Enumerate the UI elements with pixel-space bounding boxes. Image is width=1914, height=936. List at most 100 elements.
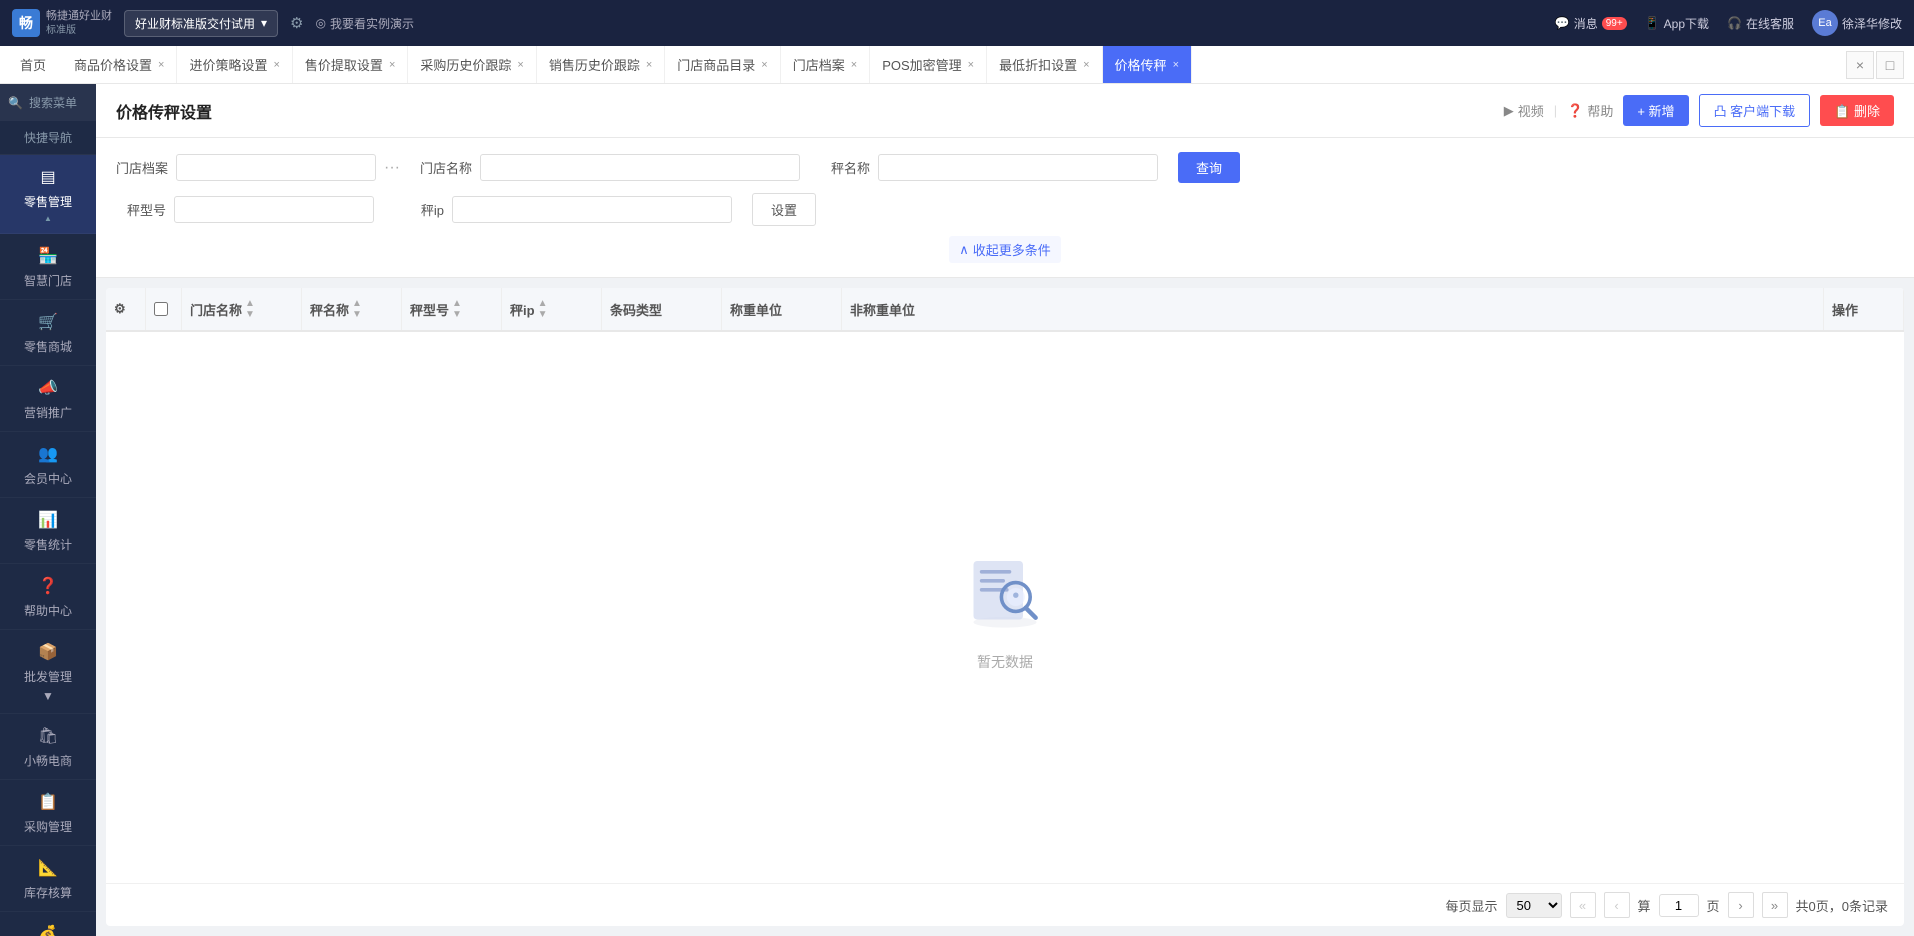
tab-close-icon[interactable]: × <box>1083 59 1089 71</box>
tab-sales-history[interactable]: 销售历史价跟踪 × <box>537 46 665 84</box>
last-page-btn[interactable]: » <box>1762 892 1788 918</box>
scale-name-input[interactable] <box>878 154 1158 181</box>
tab-close-icon[interactable]: × <box>646 59 652 71</box>
tab-close-icon[interactable]: × <box>158 59 164 71</box>
tab-purchase-strategy[interactable]: 进价策略设置 × <box>177 46 292 84</box>
top-bar: 畅 畅捷通好业财 标准版 好业财标准版交付试用 ▾ ⚙ ◎ 我要看实例演示 💬 … <box>0 0 1914 46</box>
top-bar-right: 💬 消息 99+ 📱 App下载 🎧 在线客服 Ea 徐泽华修改 <box>1555 10 1902 36</box>
sidebar-item-retail-stats[interactable]: 📊 零售统计 <box>0 498 96 564</box>
th-scale-name[interactable]: 秤名称 ▲▼ <box>302 288 402 330</box>
tab-close-icon[interactable]: × <box>273 59 279 71</box>
sidebar-item-small-ecom[interactable]: 🛍 小畅电商 <box>0 714 96 780</box>
tab-sale-extract[interactable]: 售价提取设置 × <box>293 46 408 84</box>
ellipsis-btn[interactable]: ··· <box>384 159 400 177</box>
sidebar-item-finance[interactable]: 💰 资金管理 <box>0 912 96 936</box>
chevron-down-icon: ▾ <box>261 16 267 30</box>
sidebar-item-label: 零售统计 <box>24 536 72 553</box>
store-name-input[interactable] <box>480 154 800 181</box>
tab-product-price[interactable]: 商品价格设置 × <box>62 46 177 84</box>
tab-label: 售价提取设置 <box>305 55 383 74</box>
demo-label: 我要看实例演示 <box>330 15 414 32</box>
sidebar-item-wholesale-manage[interactable]: 📦 批发管理 <box>0 630 96 714</box>
sidebar-item-retail-mall[interactable]: 🛒 零售商城 <box>0 300 96 366</box>
messages-btn[interactable]: 💬 消息 99+ <box>1555 15 1627 32</box>
help-icon: ❓ <box>38 576 58 596</box>
tab-close-icon[interactable]: × <box>851 59 857 71</box>
tab-close-icon[interactable]: × <box>761 59 767 71</box>
tab-close-icon[interactable]: × <box>968 59 974 71</box>
scale-name-field: 秤名称 <box>820 154 1158 181</box>
tab-store-catalog[interactable]: 门店商品目录 × <box>665 46 780 84</box>
store-name-field: 门店名称 <box>420 154 800 181</box>
video-link[interactable]: ▶ 视频 <box>1504 101 1544 120</box>
th-label: 门店名称 <box>190 300 242 319</box>
search-panel: 门店档案 ··· 门店名称 秤名称 查询 秤型号 <box>96 138 1914 278</box>
scale-model-field: 秤型号 <box>116 196 374 223</box>
tab-label: 采购历史价跟踪 <box>420 55 511 74</box>
query-button[interactable]: 查询 <box>1178 152 1240 183</box>
sidebar-item-purchase-manage[interactable]: 📋 采购管理 <box>0 780 96 846</box>
tab-pos-manage[interactable]: POS加密管理 × <box>870 46 987 84</box>
help-link[interactable]: ❓ 帮助 <box>1567 101 1613 120</box>
online-service-label: 在线客服 <box>1746 15 1794 32</box>
version-selector[interactable]: 好业财标准版交付试用 ▾ <box>124 10 278 37</box>
settings-button[interactable]: 设置 <box>752 193 816 226</box>
sidebar-item-inventory[interactable]: 📐 库存核算 <box>0 846 96 912</box>
next-page-btn[interactable]: › <box>1728 892 1754 918</box>
sidebar-item-label: 库存核算 <box>24 884 72 901</box>
tab-store-file[interactable]: 门店档案 × <box>781 46 870 84</box>
sidebar-item-retail-manage[interactable]: ▤ 零售管理 <box>0 155 96 234</box>
empty-illustration <box>950 543 1060 636</box>
sidebar-item-smart-store[interactable]: 🏪 智慧门店 <box>0 234 96 300</box>
th-checkbox[interactable] <box>146 288 182 330</box>
delete-button[interactable]: 📋 删除 <box>1820 95 1894 126</box>
th-store-name[interactable]: 门店名称 ▲▼ <box>182 288 302 330</box>
download-button[interactable]: 凸 客户端下载 <box>1699 94 1811 127</box>
marketing-icon: 📣 <box>38 378 58 398</box>
page-size-select[interactable]: 50 10 20 100 <box>1506 893 1562 918</box>
th-scale-model[interactable]: 秤型号 ▲▼ <box>402 288 502 330</box>
sidebar-item-marketing[interactable]: 📣 营销推广 <box>0 366 96 432</box>
tab-close-icon[interactable]: × <box>517 59 523 71</box>
collapse-btn[interactable]: ∧ 收起更多条件 <box>949 236 1061 263</box>
store-name-label: 门店名称 <box>420 158 472 177</box>
sidebar-item-member-center[interactable]: 👥 会员中心 <box>0 432 96 498</box>
tab-close-icon[interactable]: × <box>389 59 395 71</box>
th-settings[interactable]: ⚙ <box>106 288 146 330</box>
tab-purchase-history[interactable]: 采购历史价跟踪 × <box>408 46 536 84</box>
sidebar-item-help-center[interactable]: ❓ 帮助中心 <box>0 564 96 630</box>
user-menu[interactable]: Ea 徐泽华修改 <box>1812 10 1902 36</box>
video-label: 视频 <box>1518 101 1544 120</box>
settings-icon[interactable]: ⚙ <box>290 14 303 32</box>
sidebar-search[interactable]: 🔍 搜索菜单 <box>0 84 96 121</box>
select-all-checkbox[interactable] <box>154 302 168 316</box>
store-file-field: 门店档案 ··· <box>116 154 400 181</box>
prev-page-btn[interactable]: ‹ <box>1604 892 1630 918</box>
download-icon: 📱 <box>1645 16 1660 30</box>
wholesale-icon: 📦 <box>38 642 58 662</box>
scale-model-input[interactable] <box>174 196 374 223</box>
tab-home[interactable]: 首页 <box>4 46 62 84</box>
pagination: 每页显示 50 10 20 100 « ‹ 算 页 › » 共0页，0条记录 <box>106 883 1904 926</box>
demo-link[interactable]: ◎ 我要看实例演示 <box>316 15 415 32</box>
page-number-input[interactable] <box>1659 894 1699 917</box>
tab-min-discount[interactable]: 最低折扣设置 × <box>987 46 1102 84</box>
tab-close-icon[interactable]: × <box>1173 59 1179 71</box>
close-tab-btn[interactable]: × <box>1846 51 1874 79</box>
th-scale-ip[interactable]: 秤ip ▲▼ <box>502 288 602 330</box>
tab-price-scale[interactable]: 价格传秤 × <box>1103 46 1192 84</box>
sidebar-item-label: 采购管理 <box>24 818 72 835</box>
tab-label: 门店档案 <box>793 55 845 74</box>
scale-ip-input[interactable] <box>452 196 732 223</box>
add-button[interactable]: + 新增 <box>1623 95 1688 126</box>
version-selector-label: 好业财标准版交付试用 <box>135 15 255 32</box>
app-download-btn[interactable]: 📱 App下载 <box>1645 15 1709 32</box>
maximize-tab-btn[interactable]: □ <box>1876 51 1904 79</box>
tab-label: 进价策略设置 <box>189 55 267 74</box>
app-body: 🔍 搜索菜单 快捷导航 ▤ 零售管理 🏪 智慧门店 🛒 零售商城 📣 营销推广 … <box>0 84 1914 936</box>
first-page-btn[interactable]: « <box>1570 892 1596 918</box>
online-service-btn[interactable]: 🎧 在线客服 <box>1727 15 1794 32</box>
store-file-input[interactable] <box>176 154 376 181</box>
sidebar-quick-nav[interactable]: 快捷导航 <box>0 121 96 155</box>
question-icon: ❓ <box>1567 103 1583 119</box>
